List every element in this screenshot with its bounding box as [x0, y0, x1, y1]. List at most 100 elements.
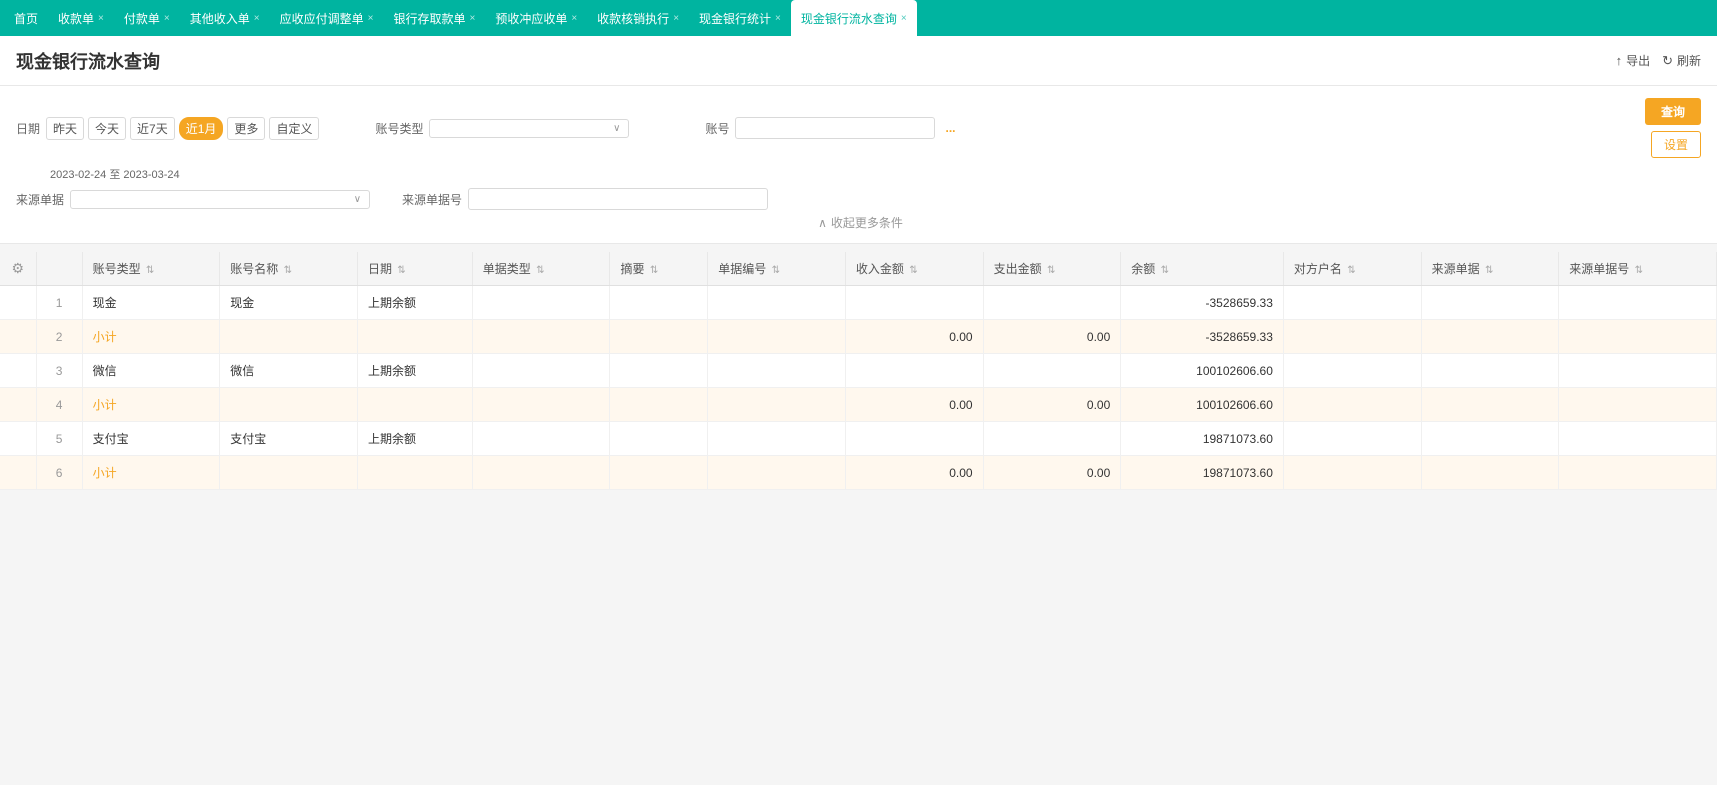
row-doc-type	[472, 320, 610, 354]
date-btn-more[interactable]: 更多	[227, 117, 265, 140]
account-type-select[interactable]: ∨	[429, 119, 629, 138]
row-num: 4	[36, 388, 82, 422]
table-gear-icon[interactable]: ⚙	[11, 260, 24, 276]
sort-doc-type-icon: ⇅	[536, 265, 544, 276]
th-source-doc[interactable]: 来源单据 ⇅	[1421, 252, 1559, 286]
row-num: 2	[36, 320, 82, 354]
row-summary	[610, 456, 708, 490]
source-doc-no-input[interactable]	[468, 188, 768, 210]
row-gear	[0, 286, 36, 320]
row-date: 上期余额	[357, 354, 472, 388]
nav-tab-receipt-close[interactable]: ×	[98, 13, 104, 24]
th-expense[interactable]: 支出金额 ⇅	[983, 252, 1121, 286]
date-btn-yesterday[interactable]: 昨天	[46, 117, 84, 140]
th-gear: ⚙	[0, 252, 36, 286]
source-doc-arrow: ∨	[354, 194, 361, 205]
nav-tab-writeoff-close[interactable]: ×	[673, 13, 679, 24]
row-account-name	[220, 456, 358, 490]
row-summary	[610, 422, 708, 456]
page-header: 现金银行流水查询 ↑ 导出 ↻ 刷新	[0, 36, 1717, 86]
nav-tab-writeoff[interactable]: 收款核销执行 ×	[587, 0, 689, 36]
nav-tab-ar-ap-adjust-label: 应收应付调整单	[280, 10, 364, 27]
nav-tab-home[interactable]: 首页	[4, 0, 48, 36]
nav-tab-bank-deposit[interactable]: 银行存取款单 ×	[383, 0, 485, 36]
th-balance[interactable]: 余额 ⇅	[1121, 252, 1284, 286]
table-body: 1现金现金上期余额-3528659.332小计0.000.00-3528659.…	[0, 286, 1717, 490]
account-type-filter: 账号类型 ∨	[375, 119, 629, 138]
row-counterpart	[1283, 422, 1421, 456]
settings-button[interactable]: 设置	[1651, 131, 1701, 158]
nav-tab-receipt-label: 收款单	[58, 10, 94, 27]
account-type-label: 账号类型	[375, 120, 423, 137]
date-buttons: 昨天 今天 近7天 近1月 更多 自定义	[46, 117, 319, 140]
th-account-name[interactable]: 账号名称 ⇅	[220, 252, 358, 286]
nav-tab-ar-ap-adjust-close[interactable]: ×	[368, 13, 374, 24]
table-row: 1现金现金上期余额-3528659.33	[0, 286, 1717, 320]
row-account-name: 支付宝	[220, 422, 358, 456]
source-doc-select[interactable]: ∨	[70, 190, 370, 209]
nav-tab-receipt[interactable]: 收款单 ×	[48, 0, 114, 36]
th-doc-type[interactable]: 单据类型 ⇅	[472, 252, 610, 286]
page-title: 现金银行流水查询	[16, 48, 160, 74]
row-num: 3	[36, 354, 82, 388]
nav-tab-payment-close[interactable]: ×	[164, 13, 170, 24]
date-btn-1month[interactable]: 近1月	[179, 117, 224, 140]
export-icon: ↑	[1616, 53, 1623, 68]
row-summary	[610, 320, 708, 354]
th-income[interactable]: 收入金额 ⇅	[845, 252, 983, 286]
export-label: 导出	[1626, 52, 1650, 69]
date-btn-custom[interactable]: 自定义	[269, 117, 319, 140]
nav-tab-pre-receipt[interactable]: 预收冲应收单 ×	[485, 0, 587, 36]
row-balance: 19871073.60	[1121, 422, 1284, 456]
account-label: 账号	[705, 120, 729, 137]
table-row: 4小计0.000.00100102606.60	[0, 388, 1717, 422]
th-summary[interactable]: 摘要 ⇅	[610, 252, 708, 286]
nav-tab-pre-receipt-close[interactable]: ×	[571, 13, 577, 24]
nav-tab-ar-ap-adjust[interactable]: 应收应付调整单 ×	[270, 0, 384, 36]
row-expense	[983, 354, 1121, 388]
refresh-label: 刷新	[1677, 52, 1701, 69]
row-date: 上期余额	[357, 286, 472, 320]
th-account-type[interactable]: 账号类型 ⇅	[82, 252, 220, 286]
query-button[interactable]: 查询	[1645, 98, 1701, 125]
nav-tab-other-income[interactable]: 其他收入单 ×	[180, 0, 270, 36]
collapse-bar[interactable]: ∧ 收起更多条件	[16, 214, 1701, 231]
th-doc-no[interactable]: 单据编号 ⇅	[708, 252, 846, 286]
row-income: 0.00	[845, 456, 983, 490]
account-dots[interactable]: ...	[945, 121, 955, 135]
row-expense: 0.00	[983, 320, 1121, 354]
refresh-button[interactable]: ↻ 刷新	[1662, 52, 1701, 69]
nav-tab-payment[interactable]: 付款单 ×	[114, 0, 180, 36]
th-date[interactable]: 日期 ⇅	[357, 252, 472, 286]
sort-summary-icon: ⇅	[650, 265, 658, 276]
row-income	[845, 422, 983, 456]
date-btn-7days[interactable]: 近7天	[130, 117, 175, 140]
nav-tab-other-income-label: 其他收入单	[190, 10, 250, 27]
nav-tab-cash-stat-close[interactable]: ×	[775, 13, 781, 24]
row-account-name: 微信	[220, 354, 358, 388]
sort-account-type-icon: ⇅	[146, 265, 154, 276]
nav-tab-bank-deposit-close[interactable]: ×	[469, 13, 475, 24]
nav-tab-cash-stat[interactable]: 现金银行统计 ×	[689, 0, 791, 36]
date-btn-today[interactable]: 今天	[88, 117, 126, 140]
nav-tab-writeoff-label: 收款核销执行	[597, 10, 669, 27]
nav-tab-cash-flow[interactable]: 现金银行流水查询 ×	[791, 0, 917, 36]
row-balance: -3528659.33	[1121, 320, 1284, 354]
th-counterpart[interactable]: 对方户名 ⇅	[1283, 252, 1421, 286]
nav-tab-other-income-close[interactable]: ×	[254, 13, 260, 24]
nav-tab-cash-flow-label: 现金银行流水查询	[801, 10, 897, 27]
account-input[interactable]	[735, 117, 935, 139]
row-gear	[0, 456, 36, 490]
row-num: 5	[36, 422, 82, 456]
sort-source-doc-icon: ⇅	[1485, 265, 1493, 276]
row-account-type: 支付宝	[82, 422, 220, 456]
collapse-label: 收起更多条件	[831, 214, 903, 231]
th-num	[36, 252, 82, 286]
nav-tab-cash-flow-close[interactable]: ×	[901, 13, 907, 24]
th-source-doc-no[interactable]: 来源单据号 ⇅	[1559, 252, 1717, 286]
row-source-doc-no	[1559, 354, 1717, 388]
export-button[interactable]: ↑ 导出	[1616, 52, 1651, 69]
row-account-type: 微信	[82, 354, 220, 388]
row-doc-type	[472, 388, 610, 422]
row-doc-no	[708, 354, 846, 388]
